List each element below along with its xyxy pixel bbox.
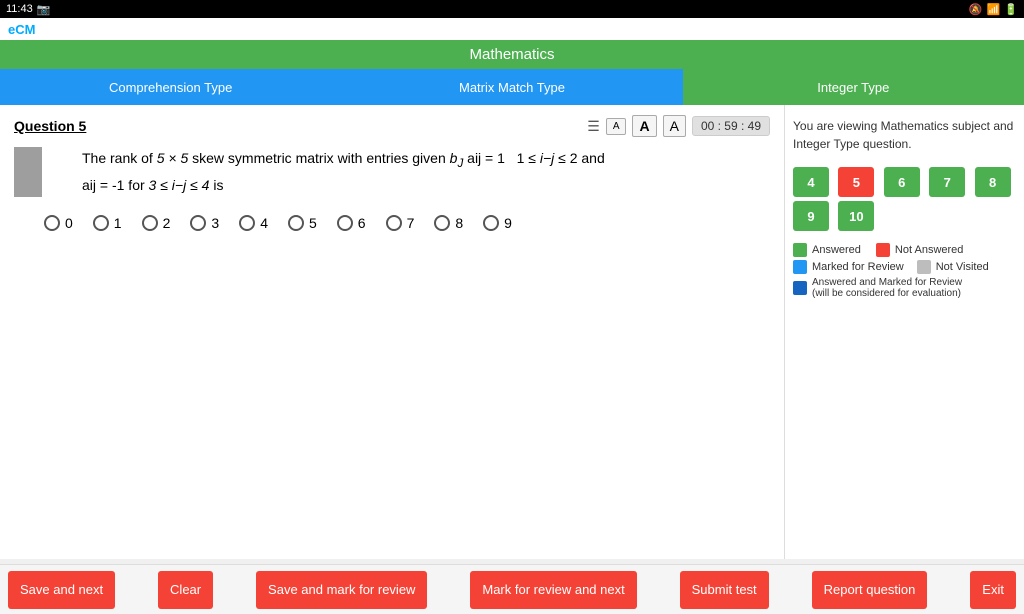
- save-and-mark-button[interactable]: Save and mark for review: [256, 571, 427, 609]
- subject-bar: Mathematics: [0, 40, 1024, 69]
- status-bar-left: 11:43 📷: [6, 3, 50, 16]
- option-label-1: 1: [114, 215, 122, 231]
- signal-icon: 🔕: [969, 3, 983, 16]
- question-side-marker: [14, 147, 42, 197]
- answer-options: 0 1 2 3 4 5 6: [44, 215, 770, 231]
- main-content: Question 5 ☰ A A A 00 : 59 : 49 The rank…: [0, 105, 1024, 559]
- font-medium-btn[interactable]: A: [632, 115, 656, 137]
- legend-answered-marked: Answered and Marked for Review(will be c…: [793, 277, 1016, 299]
- legend-red-dot: [876, 243, 890, 257]
- wifi-icon: 📶: [987, 3, 1001, 16]
- q-num-7[interactable]: 7: [929, 167, 965, 197]
- battery-icon: 🔋: [1004, 3, 1018, 16]
- radio-0[interactable]: [44, 215, 60, 231]
- option-label-4: 4: [260, 215, 268, 231]
- status-bar: 11:43 📷 🔕 📶 🔋: [0, 0, 1024, 18]
- right-panel: You are viewing Mathematics subject and …: [784, 105, 1024, 559]
- option-4[interactable]: 4: [239, 215, 268, 231]
- legend-answered-label: Answered: [812, 244, 861, 256]
- option-5[interactable]: 5: [288, 215, 317, 231]
- status-time: 11:43: [6, 3, 33, 15]
- radio-1[interactable]: [93, 215, 109, 231]
- save-and-next-button[interactable]: Save and next: [8, 571, 115, 609]
- option-label-5: 5: [309, 215, 317, 231]
- q-num-5[interactable]: 5: [838, 167, 874, 197]
- radio-2[interactable]: [142, 215, 158, 231]
- option-8[interactable]: 8: [434, 215, 463, 231]
- legend-answered: Answered Not Answered: [793, 243, 1016, 257]
- subject-label: Mathematics: [469, 46, 554, 63]
- bottom-toolbar: Save and next Clear Save and mark for re…: [0, 564, 1024, 614]
- left-panel: Question 5 ☰ A A A 00 : 59 : 49 The rank…: [0, 105, 784, 559]
- tab-row: Comprehension Type Matrix Match Type Int…: [0, 69, 1024, 105]
- radio-6[interactable]: [337, 215, 353, 231]
- radio-5[interactable]: [288, 215, 304, 231]
- question-tools: ☰ A A A 00 : 59 : 49: [587, 115, 770, 137]
- option-9[interactable]: 9: [483, 215, 512, 231]
- legend-green-dot: [793, 243, 807, 257]
- legend-gray-dot: [917, 260, 931, 274]
- option-6[interactable]: 6: [337, 215, 366, 231]
- q-num-6[interactable]: 6: [884, 167, 920, 197]
- question-content: The rank of 5 × 5 skew symmetric matrix …: [42, 147, 770, 197]
- lines-icon: ☰: [587, 118, 600, 135]
- status-bar-right: 🔕 📶 🔋: [969, 3, 1018, 16]
- legend-marked: Marked for Review Not Visited: [793, 260, 1016, 274]
- tab-integer[interactable]: Integer Type: [683, 69, 1024, 105]
- question-header: Question 5 ☰ A A A 00 : 59 : 49: [14, 115, 770, 137]
- panel-info-text: You are viewing Mathematics subject and …: [793, 113, 1016, 157]
- question-text: The rank of 5 × 5 skew symmetric matrix …: [82, 147, 770, 197]
- legend-blue-dot: [793, 260, 807, 274]
- legend-marked-label: Marked for Review: [812, 261, 904, 273]
- q-num-9[interactable]: 9: [793, 201, 829, 231]
- question-body: The rank of 5 × 5 skew symmetric matrix …: [14, 147, 770, 197]
- legend: Answered Not Answered Marked for Review …: [793, 243, 1016, 302]
- submit-test-button[interactable]: Submit test: [680, 571, 769, 609]
- app-title: eCM: [8, 22, 35, 37]
- radio-9[interactable]: [483, 215, 499, 231]
- camera-icon: 📷: [37, 3, 51, 16]
- radio-8[interactable]: [434, 215, 450, 231]
- legend-blue-dark-dot: [793, 281, 807, 295]
- legend-answered-marked-label: Answered and Marked for Review(will be c…: [812, 277, 962, 299]
- clear-button[interactable]: Clear: [158, 571, 213, 609]
- option-1[interactable]: 1: [93, 215, 122, 231]
- q-num-10[interactable]: 10: [838, 201, 874, 231]
- option-2[interactable]: 2: [142, 215, 171, 231]
- option-label-2: 2: [163, 215, 171, 231]
- tab-matrix[interactable]: Matrix Match Type: [341, 69, 682, 105]
- option-0[interactable]: 0: [44, 215, 73, 231]
- legend-not-visited-label: Not Visited: [936, 261, 989, 273]
- option-label-6: 6: [358, 215, 366, 231]
- exit-button[interactable]: Exit: [970, 571, 1016, 609]
- timer-display: 00 : 59 : 49: [692, 116, 770, 136]
- app-header: eCM: [0, 18, 1024, 40]
- q-num-8[interactable]: 8: [975, 167, 1011, 197]
- option-label-8: 8: [455, 215, 463, 231]
- radio-7[interactable]: [386, 215, 402, 231]
- radio-4[interactable]: [239, 215, 255, 231]
- font-small-btn[interactable]: A: [606, 118, 627, 135]
- font-large-btn[interactable]: A: [663, 115, 686, 137]
- question-number: Question 5: [14, 118, 86, 134]
- option-label-9: 9: [504, 215, 512, 231]
- tab-comprehension[interactable]: Comprehension Type: [0, 69, 341, 105]
- radio-3[interactable]: [190, 215, 206, 231]
- legend-not-answered-label: Not Answered: [895, 244, 963, 256]
- option-label-0: 0: [65, 215, 73, 231]
- option-3[interactable]: 3: [190, 215, 219, 231]
- mark-and-next-button[interactable]: Mark for review and next: [470, 571, 636, 609]
- question-grid: 4 5 6 7 8 9 10: [793, 167, 1016, 231]
- report-question-button[interactable]: Report question: [812, 571, 928, 609]
- option-label-3: 3: [211, 215, 219, 231]
- option-7[interactable]: 7: [386, 215, 415, 231]
- q-num-4[interactable]: 4: [793, 167, 829, 197]
- option-label-7: 7: [407, 215, 415, 231]
